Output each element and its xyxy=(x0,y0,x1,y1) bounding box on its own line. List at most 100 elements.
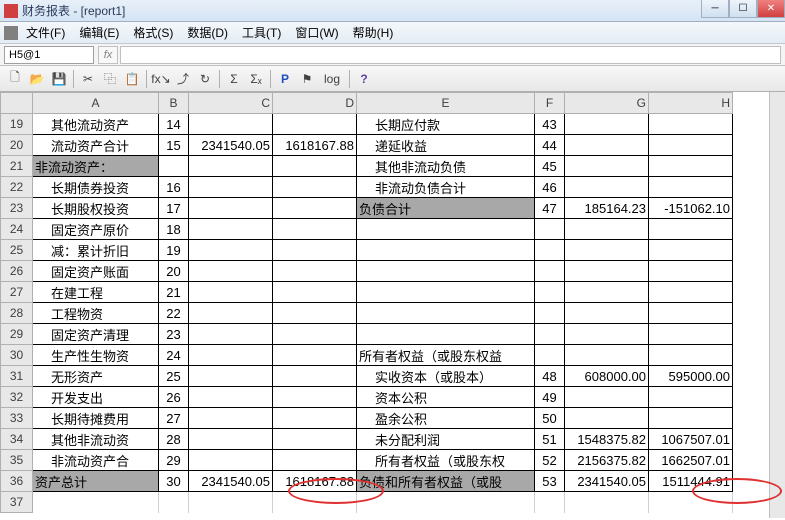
cell[interactable]: 固定资产账面 xyxy=(33,261,159,282)
cell[interactable]: 无形资产 xyxy=(33,366,159,387)
cell[interactable]: 53 xyxy=(535,471,565,492)
cell[interactable]: 1548375.82 xyxy=(565,429,649,450)
cell[interactable]: 实收资本（或股本） xyxy=(357,366,535,387)
cell[interactable] xyxy=(565,240,649,261)
cell[interactable] xyxy=(357,324,535,345)
cell[interactable] xyxy=(649,219,733,240)
help-button[interactable]: ? xyxy=(353,68,375,90)
cell[interactable]: 608000.00 xyxy=(565,366,649,387)
cell[interactable] xyxy=(565,345,649,366)
cell[interactable] xyxy=(565,219,649,240)
export-button[interactable]: ⤴ xyxy=(172,68,194,90)
col-header-B[interactable]: B xyxy=(159,93,189,114)
cell[interactable] xyxy=(649,156,733,177)
cut-button[interactable]: ✂ xyxy=(77,68,99,90)
cell[interactable] xyxy=(273,261,357,282)
cell[interactable]: 1618167.88 xyxy=(273,471,357,492)
cell[interactable] xyxy=(273,387,357,408)
name-box[interactable]: H5@1 xyxy=(4,46,94,64)
cell[interactable] xyxy=(189,387,273,408)
row-header[interactable]: 34 xyxy=(1,429,33,450)
cell[interactable] xyxy=(189,450,273,471)
cell[interactable]: 25 xyxy=(159,366,189,387)
p-button[interactable]: P xyxy=(274,68,296,90)
copy-button[interactable]: ⿻ xyxy=(99,68,121,90)
cell[interactable]: 2341540.05 xyxy=(189,471,273,492)
cell[interactable] xyxy=(189,303,273,324)
cell[interactable] xyxy=(649,387,733,408)
cell[interactable] xyxy=(535,282,565,303)
cell[interactable]: 16 xyxy=(159,177,189,198)
cell[interactable] xyxy=(357,240,535,261)
cell[interactable] xyxy=(189,366,273,387)
cell[interactable] xyxy=(535,219,565,240)
cell[interactable] xyxy=(357,261,535,282)
cell[interactable]: 15 xyxy=(159,135,189,156)
cell[interactable]: 工程物资 xyxy=(33,303,159,324)
cell[interactable] xyxy=(189,240,273,261)
cell[interactable]: 595000.00 xyxy=(649,366,733,387)
cell[interactable]: -151062.10 xyxy=(649,198,733,219)
cell[interactable]: 非流动资产： xyxy=(33,156,159,177)
cell[interactable] xyxy=(273,408,357,429)
cell[interactable]: 所有者权益（或股东权益 xyxy=(357,345,535,366)
refresh-button[interactable]: ↻ xyxy=(194,68,216,90)
menu-data[interactable]: 数据(D) xyxy=(187,24,228,41)
cell[interactable] xyxy=(159,492,189,513)
cell[interactable] xyxy=(649,345,733,366)
open-button[interactable]: 📂 xyxy=(26,68,48,90)
cell[interactable] xyxy=(649,135,733,156)
cell[interactable] xyxy=(565,387,649,408)
cell[interactable] xyxy=(535,240,565,261)
sigmax-button[interactable]: Σₓ xyxy=(245,68,267,90)
row-header[interactable]: 20 xyxy=(1,135,33,156)
col-header-E[interactable]: E xyxy=(357,93,535,114)
cell[interactable] xyxy=(159,156,189,177)
cell[interactable]: 其他非流动负债 xyxy=(357,156,535,177)
cell[interactable]: 14 xyxy=(159,114,189,135)
cell[interactable] xyxy=(189,156,273,177)
row-header[interactable]: 19 xyxy=(1,114,33,135)
cell[interactable] xyxy=(535,303,565,324)
row-header[interactable]: 31 xyxy=(1,366,33,387)
col-header-D[interactable]: D xyxy=(273,93,357,114)
cell[interactable] xyxy=(273,450,357,471)
cell[interactable] xyxy=(273,366,357,387)
row-header[interactable]: 37 xyxy=(1,492,33,513)
menu-format[interactable]: 格式(S) xyxy=(133,24,173,41)
cell[interactable]: 减：累计折旧 xyxy=(33,240,159,261)
row-header[interactable]: 28 xyxy=(1,303,33,324)
cell[interactable]: 1618167.88 xyxy=(273,135,357,156)
menu-edit[interactable]: 编辑(E) xyxy=(79,24,119,41)
cell[interactable]: 185164.23 xyxy=(565,198,649,219)
cell[interactable]: 递延收益 xyxy=(357,135,535,156)
cell[interactable]: 46 xyxy=(535,177,565,198)
cell[interactable] xyxy=(565,261,649,282)
cell[interactable]: 52 xyxy=(535,450,565,471)
cell[interactable]: 2341540.05 xyxy=(189,135,273,156)
cell[interactable] xyxy=(565,303,649,324)
cell[interactable]: 49 xyxy=(535,387,565,408)
cell[interactable]: 24 xyxy=(159,345,189,366)
menu-file[interactable]: 文件(F) xyxy=(26,24,65,41)
cell[interactable] xyxy=(649,261,733,282)
cell[interactable]: 未分配利润 xyxy=(357,429,535,450)
cell[interactable]: 48 xyxy=(535,366,565,387)
cell[interactable]: 23 xyxy=(159,324,189,345)
cell[interactable] xyxy=(565,282,649,303)
cell[interactable]: 资本公积 xyxy=(357,387,535,408)
row-header[interactable]: 30 xyxy=(1,345,33,366)
row-header[interactable]: 26 xyxy=(1,261,33,282)
cell[interactable]: 21 xyxy=(159,282,189,303)
cell[interactable] xyxy=(189,408,273,429)
cell[interactable] xyxy=(649,303,733,324)
cell[interactable]: 19 xyxy=(159,240,189,261)
cell[interactable] xyxy=(565,408,649,429)
cell[interactable] xyxy=(357,492,535,513)
cell[interactable]: 盈余公积 xyxy=(357,408,535,429)
row-header[interactable]: 22 xyxy=(1,177,33,198)
cell[interactable] xyxy=(189,345,273,366)
cell[interactable]: 28 xyxy=(159,429,189,450)
cell[interactable] xyxy=(565,156,649,177)
cell[interactable] xyxy=(273,114,357,135)
